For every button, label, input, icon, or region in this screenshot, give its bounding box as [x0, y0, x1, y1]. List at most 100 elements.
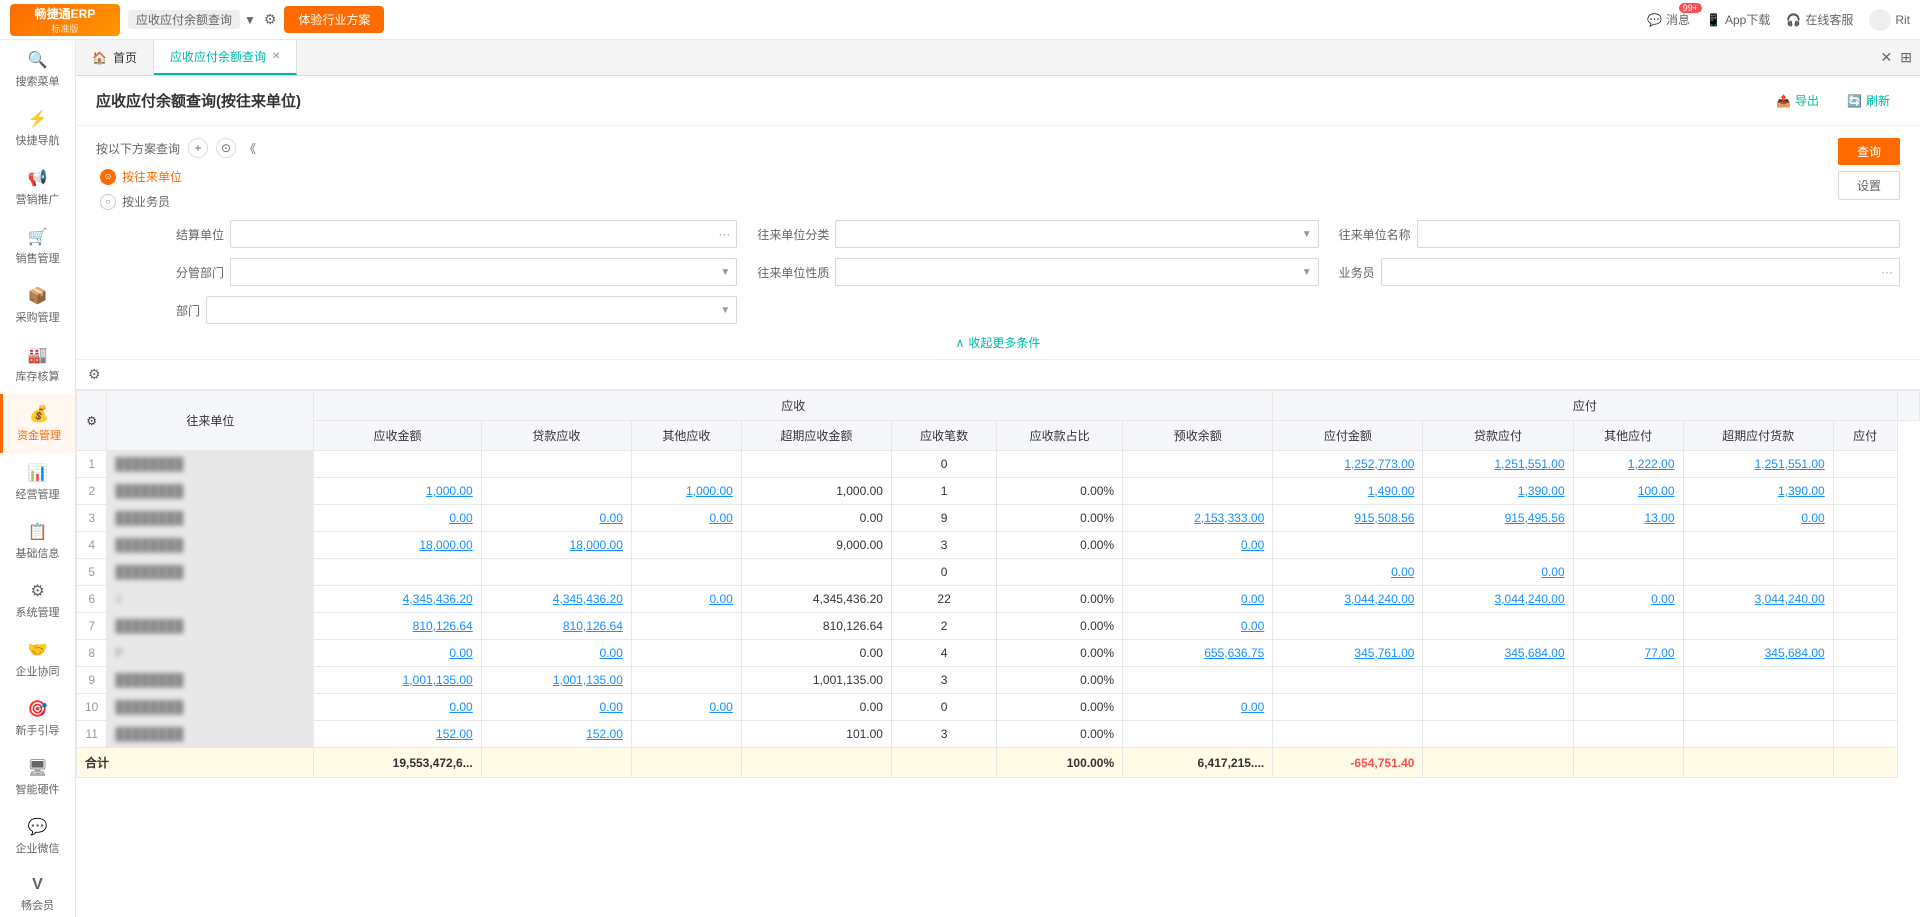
sidebar-item-collab[interactable]: 🤝 企业协同 — [0, 630, 75, 689]
table-cell[interactable]: 1,001,135.00 — [314, 667, 481, 694]
sidebar-item-guide[interactable]: 🎯 新手引导 — [0, 689, 75, 748]
service-btn[interactable]: 🎧 在线客服 — [1786, 11, 1853, 28]
table-cell[interactable]: 0.00 — [314, 694, 481, 721]
sidebar-item-basic[interactable]: 📋 基础信息 — [0, 512, 75, 571]
table-cell[interactable]: 0.00 — [314, 505, 481, 532]
table-cell[interactable]: 1,390.00 — [1423, 478, 1573, 505]
table-cell[interactable]: 915,495.56 — [1423, 505, 1573, 532]
table-settings-col-icon[interactable]: ⚙ — [86, 414, 97, 428]
sidebar-item-inventory[interactable]: 🏭 库存核算 — [0, 335, 75, 394]
table-cell[interactable]: 0.00 — [1573, 586, 1683, 613]
table-cell[interactable]: 0.00 — [481, 505, 631, 532]
table-cell[interactable]: 345,684.00 — [1683, 640, 1833, 667]
tab-maximize-icon[interactable]: ⊞ — [1900, 49, 1912, 66]
dept-input[interactable]: ▼ — [230, 258, 737, 286]
table-cell[interactable]: 3,044,240.00 — [1273, 586, 1423, 613]
table-cell[interactable]: 4,345,436.20 — [481, 586, 631, 613]
settings-btn[interactable]: 设置 — [1838, 171, 1900, 200]
counterparty-nature-input[interactable]: ▼ — [835, 258, 1318, 286]
salesperson-input[interactable]: ··· — [1381, 258, 1900, 286]
table-cell[interactable]: 0.00 — [1273, 559, 1423, 586]
table-cell[interactable]: 0.00 — [631, 505, 741, 532]
table-cell[interactable]: 0.00 — [631, 694, 741, 721]
sidebar-item-search[interactable]: 🔍 搜索菜单 — [0, 40, 75, 99]
table-cell[interactable]: 4,345,436.20 — [314, 586, 481, 613]
table-cell[interactable]: 345,684.00 — [1423, 640, 1573, 667]
table-cell[interactable]: 1,000.00 — [314, 478, 481, 505]
table-cell[interactable]: 0.00 — [631, 586, 741, 613]
sidebar-item-quick[interactable]: ⚡ 快捷导航 — [0, 99, 75, 158]
table-cell[interactable]: 915,508.56 — [1273, 505, 1423, 532]
user-menu[interactable]: Rit — [1869, 9, 1910, 31]
table-cell[interactable]: 345,761.00 — [1273, 640, 1423, 667]
table-cell[interactable]: 3,044,240.00 — [1683, 586, 1833, 613]
table-cell[interactable]: 655,636.75 — [1123, 640, 1273, 667]
table-cell[interactable]: 1,222.00 — [1573, 451, 1683, 478]
table-cell: ████████ — [107, 559, 314, 586]
export-btn[interactable]: 📤 导出 — [1766, 88, 1829, 113]
table-cell — [1833, 532, 1897, 559]
scheme-settings-btn[interactable]: ⊙ — [216, 138, 236, 158]
table-cell[interactable]: 0.00 — [1123, 532, 1273, 559]
solution-btn[interactable]: 体验行业方案 — [284, 6, 384, 33]
table-cell[interactable]: 18,000.00 — [314, 532, 481, 559]
table-cell[interactable]: 1,251,551.00 — [1423, 451, 1573, 478]
table-cell[interactable]: 100.00 — [1573, 478, 1683, 505]
sidebar-item-finance[interactable]: 💰 资金管理 — [0, 394, 75, 453]
scheme-item-salesperson[interactable]: ○ 按业务员 — [100, 191, 1900, 212]
table-cell[interactable]: 0.00 — [1123, 586, 1273, 613]
table-cell[interactable]: 152.00 — [481, 721, 631, 748]
table-cell[interactable]: 3,044,240.00 — [1423, 586, 1573, 613]
tab-receivable[interactable]: 应收应付余额查询 ✕ — [154, 40, 297, 75]
scheme-collapse-btn[interactable]: 《 — [244, 140, 256, 157]
refresh-btn[interactable]: 🔄 刷新 — [1837, 88, 1900, 113]
table-cell[interactable]: 0.00 — [481, 640, 631, 667]
table-cell — [631, 532, 741, 559]
sidebar-item-purchase[interactable]: 📦 采购管理 — [0, 276, 75, 335]
message-btn[interactable]: 💬 消息 99+ — [1647, 11, 1690, 28]
scheme-item-counterparty[interactable]: ⊙ 按往来单位 — [100, 166, 1900, 187]
topbar-right: 💬 消息 99+ 📱 App下载 🎧 在线客服 Rit — [1647, 9, 1910, 31]
sidebar-item-system[interactable]: ⚙ 系统管理 — [0, 571, 75, 630]
counterparty-category-input[interactable]: ▼ — [835, 220, 1318, 248]
table-cell[interactable]: 13.00 — [1573, 505, 1683, 532]
table-cell[interactable]: 0.00 — [1123, 613, 1273, 640]
table-cell — [1423, 532, 1573, 559]
table-cell[interactable]: 1,390.00 — [1683, 478, 1833, 505]
table-cell[interactable]: 0.00 — [314, 640, 481, 667]
tab-close-all-icon[interactable]: ✕ — [1881, 49, 1893, 66]
table-cell[interactable]: 2,153,333.00 — [1123, 505, 1273, 532]
sidebar-item-marketing[interactable]: 📢 营销推广 — [0, 158, 75, 217]
table-cell: 4,345,436.20 — [741, 586, 891, 613]
table-cell[interactable]: 1,252,773.00 — [1273, 451, 1423, 478]
table-cell[interactable]: 810,126.64 — [481, 613, 631, 640]
table-cell[interactable]: 1,000.00 — [631, 478, 741, 505]
table-cell[interactable]: 0.00 — [1423, 559, 1573, 586]
table-cell[interactable]: 18,000.00 — [481, 532, 631, 559]
tab-close-icon[interactable]: ✕ — [272, 51, 280, 62]
add-scheme-btn[interactable]: + — [188, 138, 208, 158]
app-download-btn[interactable]: 📱 App下载 — [1706, 11, 1770, 28]
sidebar-item-sales[interactable]: 🛒 销售管理 — [0, 217, 75, 276]
query-btn[interactable]: 查询 — [1838, 138, 1900, 165]
table-cell[interactable]: 1,251,551.00 — [1683, 451, 1833, 478]
sidebar-item-hardware[interactable]: 🖥 智能硬件 — [0, 748, 75, 807]
table-cell[interactable]: 0.00 — [1683, 505, 1833, 532]
sidebar-item-operations[interactable]: 📊 经营管理 — [0, 453, 75, 512]
table-cell[interactable]: 810,126.64 — [314, 613, 481, 640]
tab-home[interactable]: 🏠 首页 — [76, 40, 154, 75]
topbar-gear-icon[interactable]: ⚙ — [264, 11, 277, 28]
table-cell[interactable]: 0.00 — [481, 694, 631, 721]
table-cell[interactable]: 152.00 — [314, 721, 481, 748]
sidebar-item-wechat[interactable]: 💬 企业微信 — [0, 807, 75, 866]
table-cell[interactable]: 1,490.00 — [1273, 478, 1423, 505]
table-cell[interactable]: 1,001,135.00 — [481, 667, 631, 694]
table-cell[interactable]: 77.00 — [1573, 640, 1683, 667]
sidebar-item-member[interactable]: V 畅会员 — [0, 866, 75, 917]
table-settings-icon[interactable]: ⚙ — [88, 366, 101, 383]
counterparty-name-input[interactable] — [1417, 220, 1900, 248]
settlement-unit-input[interactable]: ··· — [230, 220, 737, 248]
collapse-btn[interactable]: ∧ 收起更多条件 — [956, 334, 1041, 351]
table-cell[interactable]: 0.00 — [1123, 694, 1273, 721]
division-input[interactable]: ▼ — [206, 296, 737, 324]
